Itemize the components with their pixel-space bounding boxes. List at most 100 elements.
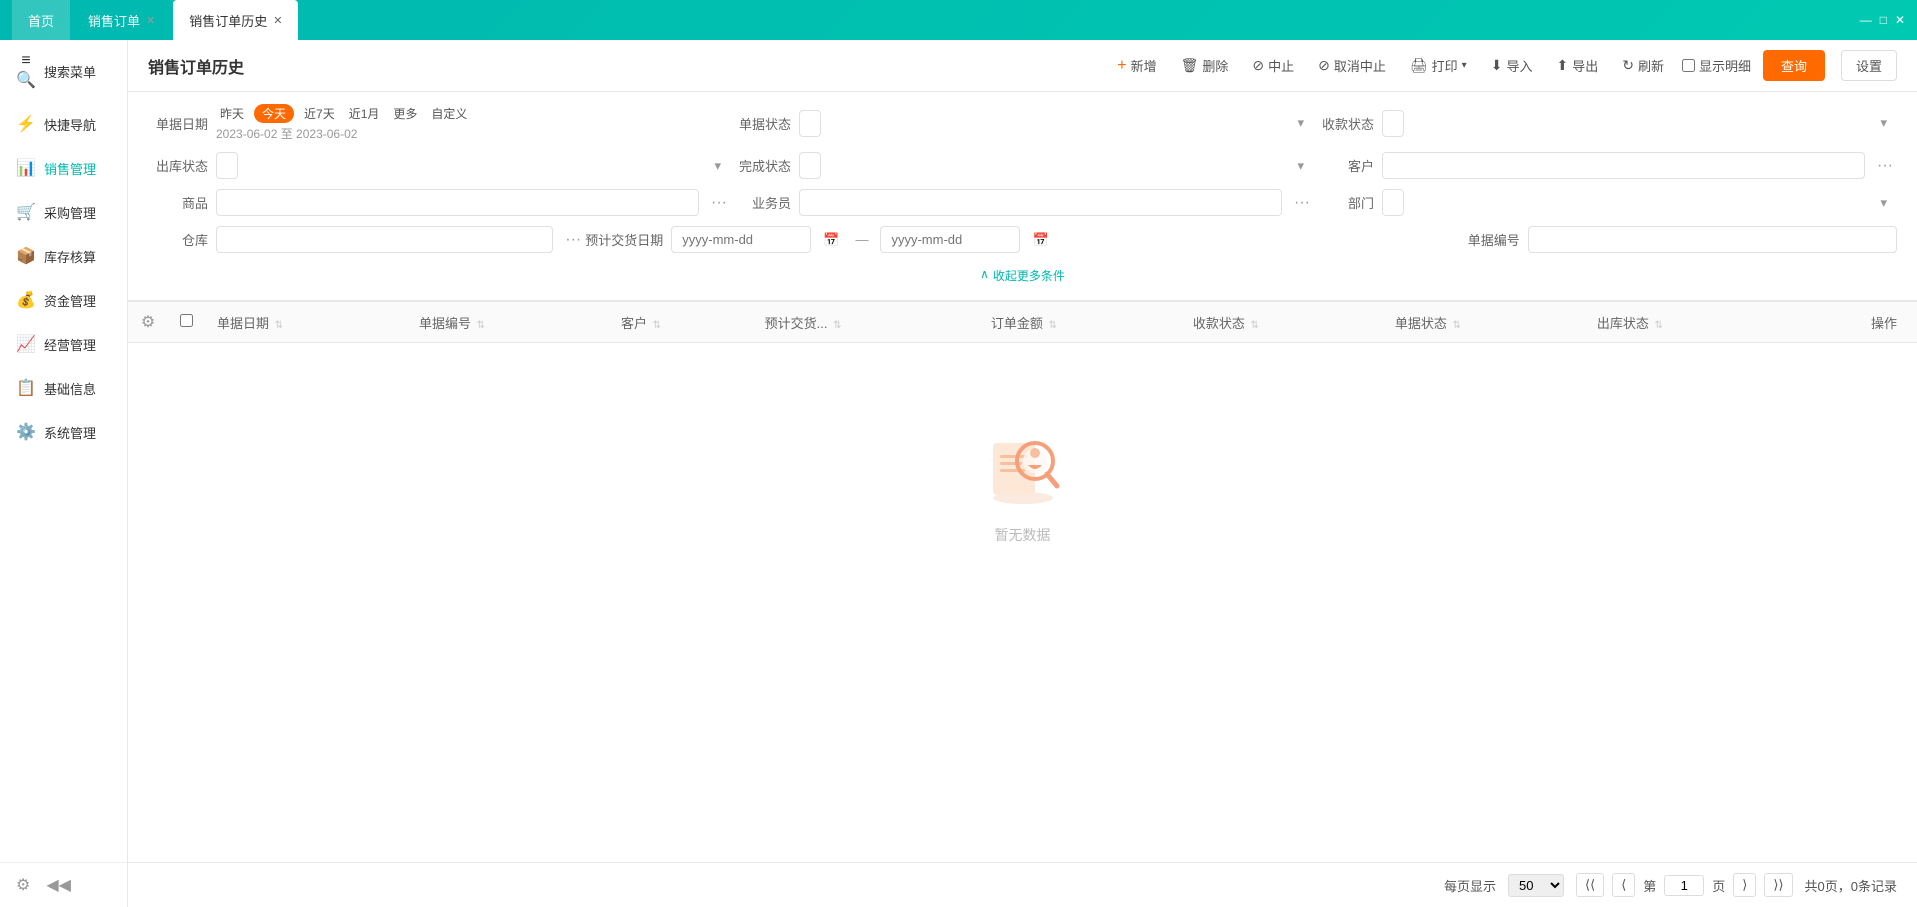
- stop-button[interactable]: ⊘ 中止: [1246, 52, 1300, 79]
- salesperson-dots[interactable]: ···: [1290, 194, 1314, 212]
- collapse-row[interactable]: ∧ 收起更多条件: [148, 263, 1897, 288]
- filter-date: 单据日期 昨天 今天 近7天 近1月 更多 自定义 2023-06-02 至 2…: [148, 104, 731, 142]
- date-btn-today[interactable]: 今天: [254, 104, 294, 123]
- filter-row-2: 出库状态 完成状态 客户: [148, 152, 1897, 179]
- receipt-status-select[interactable]: [1382, 110, 1404, 137]
- page-number-input[interactable]: [1664, 875, 1704, 896]
- sidebar-settings-icon[interactable]: ⚙: [16, 875, 30, 895]
- col-amount[interactable]: 订单金额 ⇅: [979, 302, 1181, 343]
- filter-outbound: 出库状态: [148, 152, 731, 179]
- col-customer[interactable]: 客户 ⇅: [609, 302, 753, 343]
- date-btn-1month[interactable]: 近1月: [345, 104, 384, 123]
- sidebar-item-system[interactable]: ⚙️ 系统管理: [0, 410, 127, 454]
- col-outbound-sort[interactable]: ⇅: [1654, 320, 1662, 331]
- delivery-date-from[interactable]: [671, 226, 811, 253]
- col-receipt-sort[interactable]: ⇅: [1251, 320, 1259, 331]
- col-customer-sort[interactable]: ⇅: [653, 320, 661, 331]
- date-btn-yesterday[interactable]: 昨天: [216, 104, 248, 123]
- sidebar-item-system-label: 系统管理: [44, 423, 96, 442]
- tab-sales-order-history-close[interactable]: ✕: [273, 14, 282, 27]
- set-button[interactable]: 设置: [1841, 50, 1897, 81]
- warehouse-input[interactable]: [216, 226, 553, 253]
- date-btn-7days[interactable]: 近7天: [300, 104, 339, 123]
- customer-dots[interactable]: ···: [1873, 157, 1897, 175]
- sidebar-item-baseinfo[interactable]: 📋 基础信息: [0, 366, 127, 410]
- select-all-checkbox[interactable]: [180, 314, 193, 327]
- empty-icon: [973, 423, 1073, 513]
- add-button[interactable]: + 新增: [1111, 52, 1162, 79]
- export-button[interactable]: ⬆ 导出: [1550, 52, 1604, 79]
- tab-home[interactable]: 首页: [12, 0, 70, 40]
- sidebar-item-sales[interactable]: 📊 销售管理: [0, 146, 127, 190]
- main-layout: ≡🔍 搜索菜单 ⚡ 快捷导航 📊 销售管理 🛒 采购管理 📦 库存核算 💰 资金…: [0, 40, 1917, 907]
- refresh-button[interactable]: ↻ 刷新: [1616, 52, 1670, 79]
- warehouse-dots[interactable]: ···: [561, 231, 585, 249]
- search-menu-icon: ≡🔍: [16, 52, 36, 90]
- filter-goods: 商品 ···: [148, 189, 731, 216]
- col-delivery[interactable]: 预计交货... ⇅: [753, 302, 979, 343]
- sidebar-item-inventory[interactable]: 📦 库存核算: [0, 234, 127, 278]
- bill-number-input[interactable]: [1528, 226, 1897, 253]
- bill-status-select-wrapper: [799, 110, 1314, 137]
- bill-status-select[interactable]: [799, 110, 821, 137]
- date-filter: 昨天 今天 近7天 近1月 更多 自定义 2023-06-02 至 2023-0…: [216, 104, 471, 142]
- query-button[interactable]: 查询: [1763, 50, 1825, 81]
- col-receipt-status[interactable]: 收款状态 ⇅: [1181, 302, 1383, 343]
- bill-number-label: 单据编号: [1460, 230, 1520, 249]
- purchase-icon: 🛒: [16, 202, 36, 222]
- import-button[interactable]: ⬇ 导入: [1485, 52, 1539, 79]
- sidebar-item-finance[interactable]: 💰 资金管理: [0, 278, 127, 322]
- tab-sales-order-close[interactable]: ✕: [146, 14, 155, 27]
- minimize-btn[interactable]: —: [1860, 13, 1872, 27]
- prev-page-btn[interactable]: ⟨: [1612, 873, 1635, 897]
- calendar-icon-to[interactable]: 📅: [1032, 232, 1048, 248]
- goods-input[interactable]: [216, 189, 699, 216]
- delivery-date-to[interactable]: [880, 226, 1020, 253]
- col-number-sort[interactable]: ⇅: [477, 320, 485, 331]
- goods-dots[interactable]: ···: [707, 194, 731, 212]
- col-date-sort[interactable]: ⇅: [275, 320, 283, 331]
- delete-button[interactable]: 🗑 删除: [1175, 52, 1235, 79]
- sidebar-item-search[interactable]: ≡🔍 搜索菜单: [0, 40, 127, 102]
- sidebar-item-search-label: 搜索菜单: [44, 62, 96, 81]
- sidebar-collapse-icon[interactable]: ◀◀: [46, 875, 71, 895]
- salesperson-input[interactable]: [799, 189, 1282, 216]
- calendar-icon-from[interactable]: 📅: [823, 232, 839, 248]
- cancel-stop-button[interactable]: ⊘ 取消中止: [1312, 52, 1392, 79]
- col-amount-sort[interactable]: ⇅: [1049, 320, 1057, 331]
- maximize-btn[interactable]: □: [1880, 13, 1887, 27]
- col-number[interactable]: 单据编号 ⇅: [407, 302, 609, 343]
- col-bill-sort[interactable]: ⇅: [1452, 320, 1460, 331]
- last-page-btn[interactable]: ⟩⟩: [1764, 873, 1792, 897]
- complete-select[interactable]: [799, 152, 821, 179]
- col-bill-status[interactable]: 单据状态 ⇅: [1383, 302, 1585, 343]
- import-label: 导入: [1506, 56, 1532, 75]
- sidebar-item-quicknav[interactable]: ⚡ 快捷导航: [0, 102, 127, 146]
- date-btn-custom[interactable]: 自定义: [427, 104, 471, 123]
- department-select[interactable]: [1382, 189, 1404, 216]
- date-btn-more[interactable]: 更多: [389, 104, 421, 123]
- date-range: 2023-06-02 至 2023-06-02: [216, 125, 471, 142]
- display-detail-checkbox[interactable]: [1682, 59, 1695, 72]
- finance-icon: 💰: [16, 290, 36, 310]
- complete-label: 完成状态: [731, 156, 791, 175]
- next-page-btn[interactable]: ⟩: [1733, 873, 1756, 897]
- per-page-select[interactable]: 10 20 50 100: [1508, 874, 1564, 897]
- sidebar-item-purchase[interactable]: 🛒 采购管理: [0, 190, 127, 234]
- sidebar-item-finance-label: 资金管理: [44, 291, 96, 310]
- col-outbound[interactable]: 出库状态 ⇅: [1585, 302, 1787, 343]
- display-detail-checkbox-wrapper[interactable]: 显示明细: [1682, 56, 1751, 75]
- sidebar-item-operations[interactable]: 📈 经营管理: [0, 322, 127, 366]
- col-delivery-sort[interactable]: ⇅: [833, 320, 841, 331]
- customer-input[interactable]: [1382, 152, 1865, 179]
- tab-sales-order-history[interactable]: 销售订单历史 ✕: [173, 0, 298, 40]
- outbound-select[interactable]: [216, 152, 238, 179]
- col-date[interactable]: 单据日期 ⇅: [205, 302, 407, 343]
- print-button[interactable]: 🖨 打印 ▾: [1404, 52, 1473, 79]
- col-settings[interactable]: ⚙: [128, 302, 168, 343]
- table-settings-icon[interactable]: ⚙: [141, 314, 155, 331]
- tab-sales-order[interactable]: 销售订单 ✕: [72, 0, 171, 40]
- first-page-btn[interactable]: ⟨⟨: [1576, 873, 1604, 897]
- close-btn[interactable]: ✕: [1895, 13, 1905, 27]
- baseinfo-icon: 📋: [16, 378, 36, 398]
